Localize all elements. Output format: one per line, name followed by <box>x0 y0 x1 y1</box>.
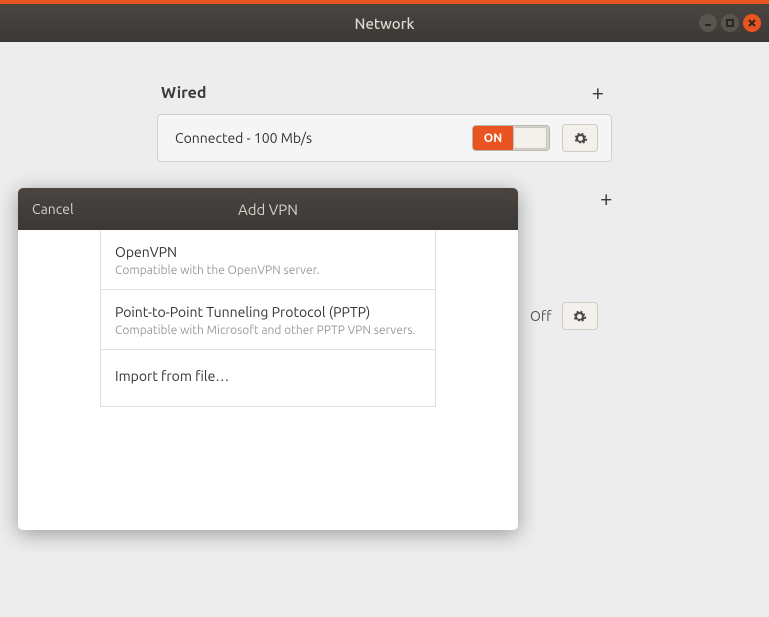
wired-section-header: Wired + <box>157 82 612 114</box>
vpn-option-title: Import from file… <box>115 368 421 384</box>
toggle-on-label: ON <box>473 126 513 150</box>
dialog-title: Add VPN <box>238 201 298 218</box>
maximize-icon <box>725 18 735 28</box>
gear-icon <box>573 131 588 146</box>
minimize-icon <box>703 18 713 28</box>
add-wired-button[interactable]: + <box>588 82 608 104</box>
vpn-option-title: OpenVPN <box>115 244 421 260</box>
vpn-options-list: OpenVPN Compatible with the OpenVPN serv… <box>100 230 436 407</box>
vpn-option-title: Point-to-Point Tunneling Protocol (PPTP) <box>115 304 421 320</box>
window-title: Network <box>355 15 415 32</box>
vpn-option-desc: Compatible with Microsoft and other PPTP… <box>115 324 421 337</box>
cancel-button[interactable]: Cancel <box>32 201 74 217</box>
wired-status-text: Connected - 100 Mb/s <box>175 130 460 146</box>
minimize-button[interactable] <box>699 14 717 32</box>
proxy-row: Off <box>530 302 598 330</box>
close-icon <box>747 18 757 28</box>
wired-toggle[interactable]: ON <box>472 125 550 151</box>
add-vpn-dialog: Cancel Add VPN OpenVPN Compatible with t… <box>18 188 518 530</box>
close-button[interactable] <box>743 14 761 32</box>
wired-section-title: Wired <box>161 84 206 102</box>
vpn-option-pptp[interactable]: Point-to-Point Tunneling Protocol (PPTP)… <box>101 290 435 350</box>
vpn-option-openvpn[interactable]: OpenVPN Compatible with the OpenVPN serv… <box>101 230 435 290</box>
window-controls <box>699 14 761 32</box>
window-titlebar: Network <box>0 4 769 42</box>
wired-connection-panel: Connected - 100 Mb/s ON <box>157 114 612 162</box>
vpn-option-desc: Compatible with the OpenVPN server. <box>115 264 421 277</box>
toggle-knob <box>513 127 547 149</box>
add-vpn-button[interactable]: + <box>596 188 616 210</box>
wired-settings-button[interactable] <box>562 124 598 152</box>
wired-section: Wired + Connected - 100 Mb/s ON <box>157 82 612 162</box>
proxy-off-label: Off <box>530 308 552 324</box>
gear-icon <box>572 309 587 324</box>
proxy-settings-button[interactable] <box>562 302 598 330</box>
maximize-button[interactable] <box>721 14 739 32</box>
page-body: Wired + Connected - 100 Mb/s ON <box>0 42 769 162</box>
dialog-header: Cancel Add VPN <box>18 188 518 230</box>
vpn-option-import[interactable]: Import from file… <box>101 350 435 407</box>
